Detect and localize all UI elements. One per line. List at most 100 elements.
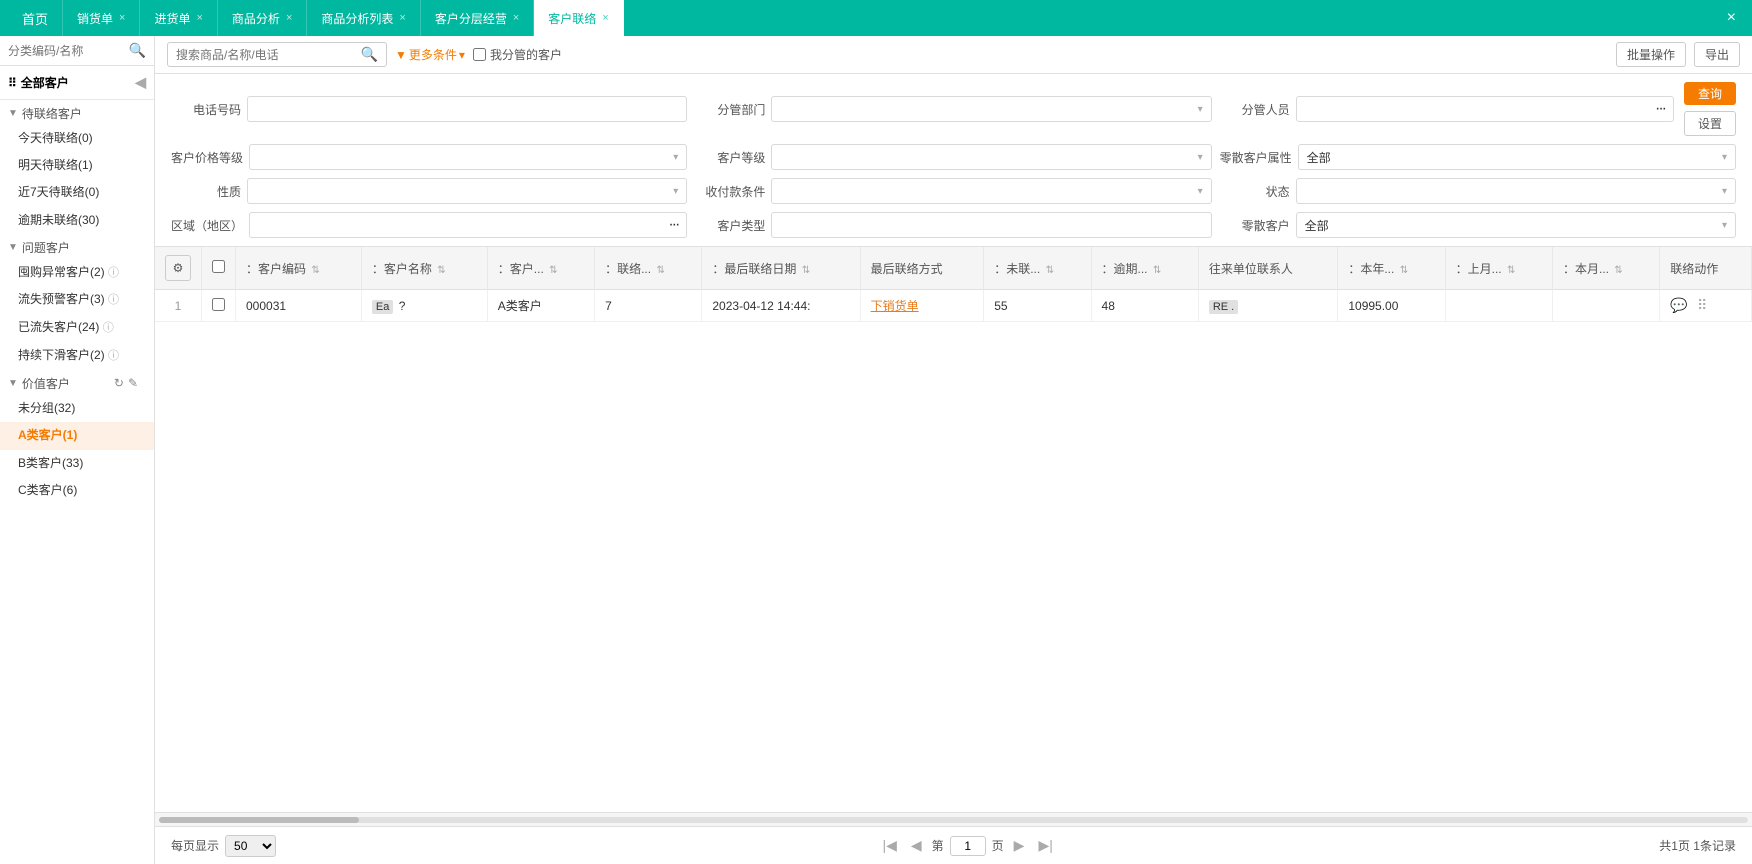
page-label: 第 [932, 837, 944, 854]
sidebar-item-tomorrow-pending[interactable]: 明天待联络(1) [0, 152, 154, 179]
contact-method-link[interactable]: 下销货单 [871, 299, 919, 313]
prev-page-button[interactable]: ◀ [907, 837, 926, 854]
nav-tab-goods-analysis[interactable]: 商品分析 × [218, 0, 307, 36]
sidebar-item-c-class[interactable]: C类客户(6) [0, 477, 154, 504]
table-area: ⚙ ：客户编码 ⇅ ：客户名称 ⇅ [155, 247, 1752, 812]
sidebar-search-icon[interactable]: 🔍 [129, 42, 146, 59]
price-grade-select[interactable]: ▾ [249, 144, 687, 170]
chat-icon[interactable]: 💬 [1670, 297, 1687, 313]
nature-select[interactable]: ▾ [247, 178, 687, 204]
select-all-checkbox[interactable] [212, 260, 225, 273]
chevron-down-icon: ▾ [673, 186, 678, 197]
last-page-button[interactable]: ▶| [1034, 837, 1056, 854]
sort-icon: ⇅ [1153, 265, 1161, 276]
chevron-down-icon: ▾ [1198, 104, 1203, 115]
all-customers-label: 全部客户 [21, 74, 69, 91]
filter-row-status: 状态 ▾ [1220, 178, 1736, 204]
close-icon[interactable]: × [513, 12, 519, 24]
region-input[interactable]: ··· [249, 212, 687, 238]
td-overdue: 48 [1091, 290, 1198, 322]
first-page-button[interactable]: |◀ [878, 837, 900, 854]
export-button[interactable]: 导出 [1694, 42, 1740, 67]
phone-input[interactable] [247, 96, 687, 122]
status-select[interactable]: ▾ [1296, 178, 1736, 204]
sidebar-search-input[interactable] [8, 44, 125, 58]
filter-row-payment: 收付款条件 ▾ [695, 178, 1211, 204]
close-all-button[interactable]: × [1719, 9, 1744, 27]
payment-label: 收付款条件 [695, 183, 765, 200]
filter-search-icon[interactable]: 🔍 [361, 46, 378, 63]
setting-button[interactable]: 设置 [1684, 111, 1736, 136]
person-input[interactable]: ··· [1296, 96, 1674, 122]
nav-tab-goods-analysis-list[interactable]: 商品分析列表 × [307, 0, 420, 36]
my-customers-checkbox[interactable] [473, 48, 486, 61]
close-icon[interactable]: × [196, 12, 202, 24]
per-page-select[interactable]: 50 100 200 [225, 835, 276, 857]
sort-icon: ⇅ [437, 265, 445, 276]
sidebar-item-loss-warning[interactable]: 流失预警客户(3) ⓘ [0, 286, 154, 314]
table-row: 1 000031 Ea ? A类客户 7 2023-04-12 14:44: [155, 290, 1752, 322]
gear-icon[interactable]: ⚙ [165, 255, 191, 281]
sort-icon: ⇅ [549, 265, 557, 276]
nav-tab-sales[interactable]: 销货单 × [63, 0, 140, 36]
batch-op-button[interactable]: 批量操作 [1616, 42, 1686, 67]
arrow-icon: ▼ [8, 242, 18, 253]
sort-icon: ⇅ [1400, 265, 1408, 276]
th-this-year: ：本年... ⇅ [1338, 247, 1445, 290]
dots-icon: ··· [1655, 100, 1665, 118]
customer-table: ⚙ ：客户编码 ⇅ ：客户名称 ⇅ [155, 247, 1752, 322]
edit-icon[interactable]: ✎ [128, 376, 138, 390]
sidebar-item-ungroup[interactable]: 未分组(32) [0, 395, 154, 422]
scrollbar-thumb[interactable] [159, 817, 359, 823]
next-page-button[interactable]: ▶ [1010, 837, 1029, 854]
nav-tab-purchase[interactable]: 进货单 × [140, 0, 217, 36]
sidebar-all-customers[interactable]: ⠿ 全部客户 ◀ [0, 66, 154, 100]
customer-type-input[interactable] [771, 212, 1211, 238]
retail-attr-select[interactable]: 全部 ▾ [1298, 144, 1736, 170]
close-icon[interactable]: × [286, 12, 292, 24]
nav-tab-customer-contact[interactable]: 客户联络 × [534, 0, 623, 36]
filter-more-button[interactable]: ▼ 更多条件 ▾ [395, 46, 465, 63]
sidebar-item-a-class[interactable]: A类客户(1) [0, 422, 154, 449]
sidebar-item-declining[interactable]: 持续下滑客户(2) ⓘ [0, 342, 154, 370]
td-code: 000031 [236, 290, 362, 322]
retail-attr-label: 零散客户属性 [1220, 149, 1292, 166]
retail-customer-select[interactable]: 全部 ▾ [1296, 212, 1736, 238]
sidebar-item-overdue-contact[interactable]: 逾期未联络(30) [0, 207, 154, 234]
sidebar-item-b-class[interactable]: B类客户(33) [0, 450, 154, 477]
grid-action-icon[interactable]: ⠿ [1697, 297, 1707, 313]
chevron-down-icon: ▾ [673, 152, 678, 163]
sort-icon: ⇅ [1046, 265, 1054, 276]
dept-select[interactable]: ▾ [771, 96, 1211, 122]
th-gear: ⚙ [155, 247, 202, 290]
sidebar-item-today-pending[interactable]: 今天待联络(0) [0, 125, 154, 152]
grid-icon: ⠿ [8, 76, 17, 90]
customer-grade-select[interactable]: ▾ [771, 144, 1211, 170]
query-button[interactable]: 查询 [1684, 82, 1736, 105]
horizontal-scrollbar [155, 812, 1752, 826]
close-icon[interactable]: × [602, 12, 608, 24]
payment-select[interactable]: ▾ [771, 178, 1211, 204]
row-checkbox[interactable] [212, 298, 225, 311]
close-icon[interactable]: × [119, 12, 125, 24]
main-layout: 🔍 ⠿ 全部客户 ◀ ▼ 待联络客户 今天待联络(0) 明天待联络(1) 近7天… [0, 36, 1752, 864]
table-footer: 每页显示 50 100 200 |◀ ◀ 第 页 ▶ ▶| 共1页 1条记录 [155, 826, 1752, 864]
filter-row-retail-attr: 零散客户属性 全部 ▾ [1220, 144, 1736, 170]
sidebar-search: 🔍 [0, 36, 154, 66]
per-page-control: 每页显示 50 100 200 [171, 835, 276, 857]
sidebar-item-lost[interactable]: 已流失客户(24) ⓘ [0, 314, 154, 342]
nav-tab-customer-tier[interactable]: 客户分层经营 × [421, 0, 534, 36]
sidebar-item-hoarding[interactable]: 囤购异常客户(2) ⓘ [0, 259, 154, 287]
close-icon[interactable]: × [399, 12, 405, 24]
price-grade-label: 客户价格等级 [171, 149, 243, 166]
filter-row-person: 分管人员 ··· 查询 设置 [1220, 82, 1736, 136]
nav-tab-home[interactable]: 首页 [8, 0, 63, 36]
refresh-icon[interactable]: ↻ [114, 376, 124, 390]
page-input[interactable] [950, 836, 986, 856]
filter-search-input[interactable] [176, 48, 357, 62]
filter-row-customer-grade: 客户等级 ▾ [695, 144, 1211, 170]
sidebar-collapse-icon[interactable]: ◀ [135, 74, 146, 91]
filter-row-phone: 电话号码 [171, 82, 687, 136]
chevron-down-icon: ▾ [1198, 186, 1203, 197]
sidebar-item-7day-pending[interactable]: 近7天待联络(0) [0, 179, 154, 206]
